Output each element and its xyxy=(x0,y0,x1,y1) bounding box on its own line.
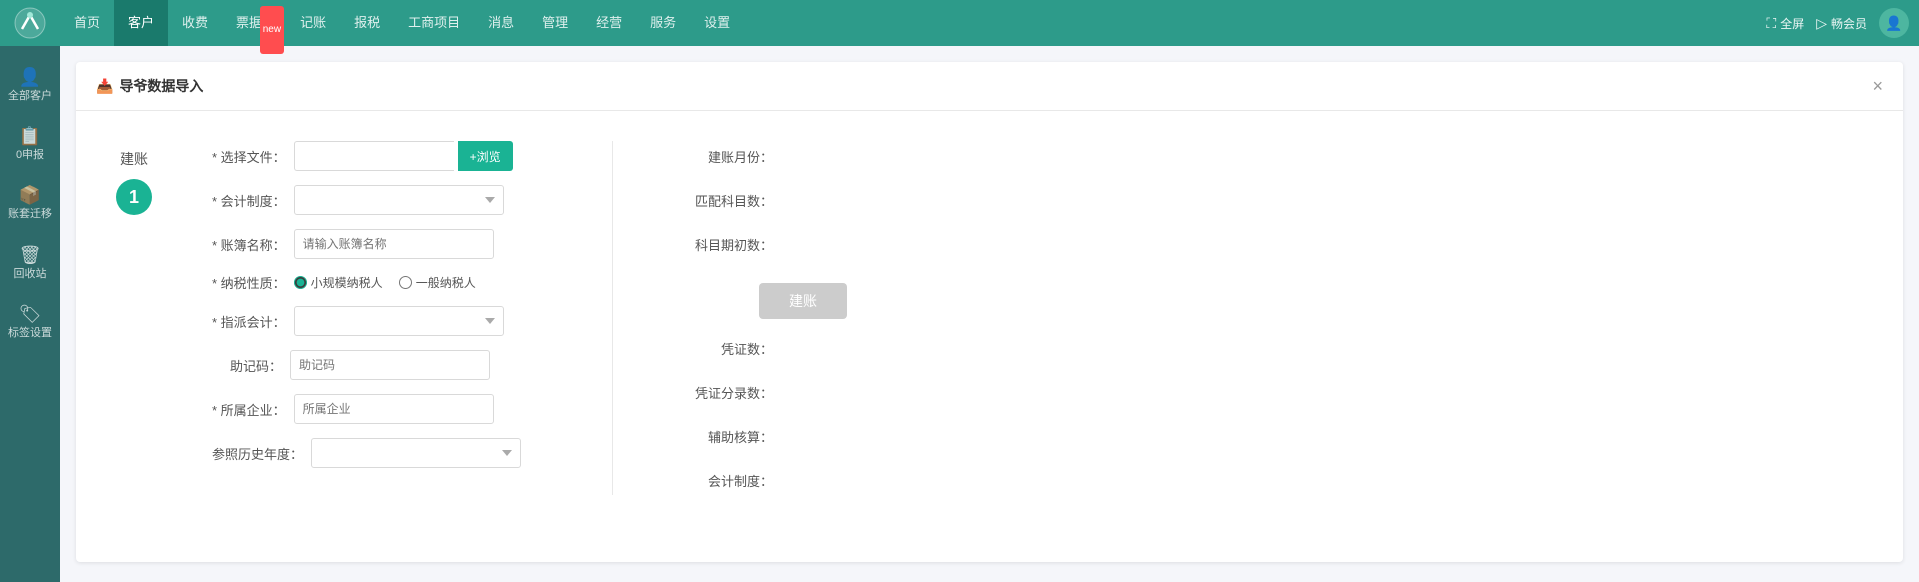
memo-code-input[interactable] xyxy=(290,350,490,380)
accountant-row: * 指派会计： xyxy=(212,306,532,336)
sidebar-item-tag-settings[interactable]: 🏷 标签设置 xyxy=(0,293,60,352)
panel-title: 📥 导爷数据导入 xyxy=(96,76,203,96)
accounting-system-row: * 会计制度： xyxy=(212,185,532,215)
memo-code-row: 助记码： xyxy=(212,350,532,380)
step-row: 建账 1 * 选择文件： +浏览 xyxy=(116,141,1863,495)
match-subjects-label: 匹配科目数： xyxy=(693,191,773,210)
panel-body: 建账 1 * 选择文件： +浏览 xyxy=(76,111,1903,525)
sidebar-item-account-migration-label: 账套迁移 xyxy=(8,208,52,221)
info-section: 建账月份： 匹配科目数： 科目期初数： xyxy=(693,141,913,259)
match-subjects-row: 匹配科目数： xyxy=(693,185,913,215)
divider xyxy=(612,141,613,495)
ref-year-row: 参照历史年度： xyxy=(212,438,532,468)
file-input-row: +浏览 xyxy=(294,141,513,171)
voucher-entries-label: 凭证分录数： xyxy=(693,383,773,402)
sidebar-item-all-customers-label: 全部客户 xyxy=(8,90,52,103)
sidebar-item-recycle-label: 回收站 xyxy=(14,268,47,281)
sidebar-item-all-customers[interactable]: 👤 全部客户 xyxy=(0,56,60,115)
account-migration-icon: 📦 xyxy=(19,186,41,204)
ref-year-label: 参照历史年度： xyxy=(212,444,303,463)
build-button-container: 建账 xyxy=(693,273,913,319)
fullscreen-icon: ⛶ xyxy=(1766,15,1776,32)
step-label: 建账 xyxy=(120,141,148,169)
fullscreen-button[interactable]: ⛶ 全屏 xyxy=(1766,15,1804,32)
accountant-label: * 指派会计： xyxy=(212,312,286,331)
app-logo xyxy=(10,3,50,43)
file-row: * 选择文件： +浏览 xyxy=(212,141,532,171)
sidebar: 👤 全部客户 📋 0申报 📦 账套迁移 🗑 回收站 🏷 标签设置 xyxy=(0,46,60,582)
tax-general-radio[interactable]: 一般纳税人 xyxy=(399,274,476,291)
tax-small-radio[interactable]: 小规模纳税人 xyxy=(294,274,383,291)
new-badge: new xyxy=(260,6,284,54)
company-input[interactable] xyxy=(294,394,494,424)
create-month-label: 建账月份： xyxy=(693,147,773,166)
sidebar-item-recycle[interactable]: 🗑 回收站 xyxy=(0,234,60,293)
nav-item-tax[interactable]: 报税 xyxy=(340,0,394,46)
voucher-count-row: 凭证数： xyxy=(693,333,913,363)
voucher-count-label: 凭证数： xyxy=(693,339,773,358)
create-month-row: 建账月份： xyxy=(693,141,913,171)
nav-item-operation[interactable]: 经营 xyxy=(582,0,636,46)
nav-items: 首页 客户 收费 票据 new 记账 报税 工商项目 消息 管理 经营 服务 设… xyxy=(60,0,1766,46)
top-nav: 首页 客户 收费 票据 new 记账 报税 工商项目 消息 管理 经营 服务 设… xyxy=(0,0,1919,46)
nav-item-business[interactable]: 工商项目 xyxy=(394,0,474,46)
nav-item-service[interactable]: 服务 xyxy=(636,0,690,46)
period-initial-row: 科目期初数： xyxy=(693,229,913,259)
aux-accounting-row: 辅助核算： xyxy=(693,421,913,451)
nav-item-bookkeeping[interactable]: 记账 xyxy=(286,0,340,46)
nav-item-message[interactable]: 消息 xyxy=(474,0,528,46)
member-icon: ▷ xyxy=(1816,15,1827,32)
accounting-system-label: * 会计制度： xyxy=(212,191,286,210)
content-area: 📥 导爷数据导入 × 建账 1 xyxy=(60,46,1919,582)
company-row: * 所属企业： xyxy=(212,394,532,424)
ledger-name-input[interactable] xyxy=(294,229,494,259)
voucher-entries-row: 凭证分录数： xyxy=(693,377,913,407)
sidebar-item-account-migration[interactable]: 📦 账套迁移 xyxy=(0,174,60,233)
declaration-icon: 📋 xyxy=(19,127,41,145)
browse-button[interactable]: +浏览 xyxy=(458,141,513,171)
sidebar-item-declaration-label: 0申报 xyxy=(16,149,44,162)
panel-header: 📥 导爷数据导入 × xyxy=(76,62,1903,111)
nav-item-invoice[interactable]: 票据 new xyxy=(222,0,286,46)
form-section: * 选择文件： +浏览 * 会计制度： xyxy=(212,141,532,468)
nav-item-customer[interactable]: 客户 xyxy=(114,0,168,46)
nav-item-settings[interactable]: 设置 xyxy=(690,0,744,46)
build-button[interactable]: 建账 xyxy=(759,283,847,319)
nav-item-manage[interactable]: 管理 xyxy=(528,0,582,46)
sidebar-item-declaration[interactable]: 📋 0申报 xyxy=(0,115,60,174)
accounting-system-select[interactable] xyxy=(294,185,504,215)
panel-title-icon: 📥 xyxy=(96,78,113,95)
tax-type-radio-group: 小规模纳税人 一般纳税人 xyxy=(294,274,476,291)
ledger-name-label: * 账簿名称： xyxy=(212,235,286,254)
tax-type-label: * 纳税性质： xyxy=(212,273,286,292)
member-button[interactable]: ▷ 畅会员 xyxy=(1816,15,1867,32)
info-section-2: 凭证数： 凭证分录数： 辅助核算： xyxy=(693,333,913,495)
nav-right: ⛶ 全屏 ▷ 畅会员 👤 xyxy=(1766,8,1909,38)
all-customers-icon: 👤 xyxy=(19,68,41,86)
nav-item-fee[interactable]: 收费 xyxy=(168,0,222,46)
tax-type-row: * 纳税性质： 小规模纳税人 一般纳税人 xyxy=(212,273,532,292)
step-left: 建账 1 xyxy=(116,141,152,215)
avatar[interactable]: 👤 xyxy=(1879,8,1909,38)
file-text-input[interactable] xyxy=(294,141,454,171)
main-panel: 📥 导爷数据导入 × 建账 1 xyxy=(76,62,1903,562)
accountant-select[interactable] xyxy=(294,306,504,336)
tag-settings-icon: 🏷 xyxy=(19,305,42,323)
accounting-system-info-row: 会计制度： xyxy=(693,465,913,495)
ledger-name-row: * 账簿名称： xyxy=(212,229,532,259)
step-badge: 1 xyxy=(116,179,152,215)
nav-item-home[interactable]: 首页 xyxy=(60,0,114,46)
accounting-system-info-label: 会计制度： xyxy=(693,471,773,490)
sidebar-item-tag-settings-label: 标签设置 xyxy=(8,327,52,340)
aux-accounting-label: 辅助核算： xyxy=(693,427,773,446)
file-label: * 选择文件： xyxy=(212,147,286,166)
ref-year-select[interactable] xyxy=(311,438,521,468)
right-section: 建账月份： 匹配科目数： 科目期初数： xyxy=(693,141,913,495)
main-layout: 👤 全部客户 📋 0申报 📦 账套迁移 🗑 回收站 🏷 标签设置 📥 导爷数据导… xyxy=(0,46,1919,582)
close-button[interactable]: × xyxy=(1872,77,1883,95)
period-initial-label: 科目期初数： xyxy=(693,235,773,254)
company-label: * 所属企业： xyxy=(212,400,286,419)
recycle-icon: 🗑 xyxy=(19,246,42,264)
memo-code-label: 助记码： xyxy=(212,356,282,375)
